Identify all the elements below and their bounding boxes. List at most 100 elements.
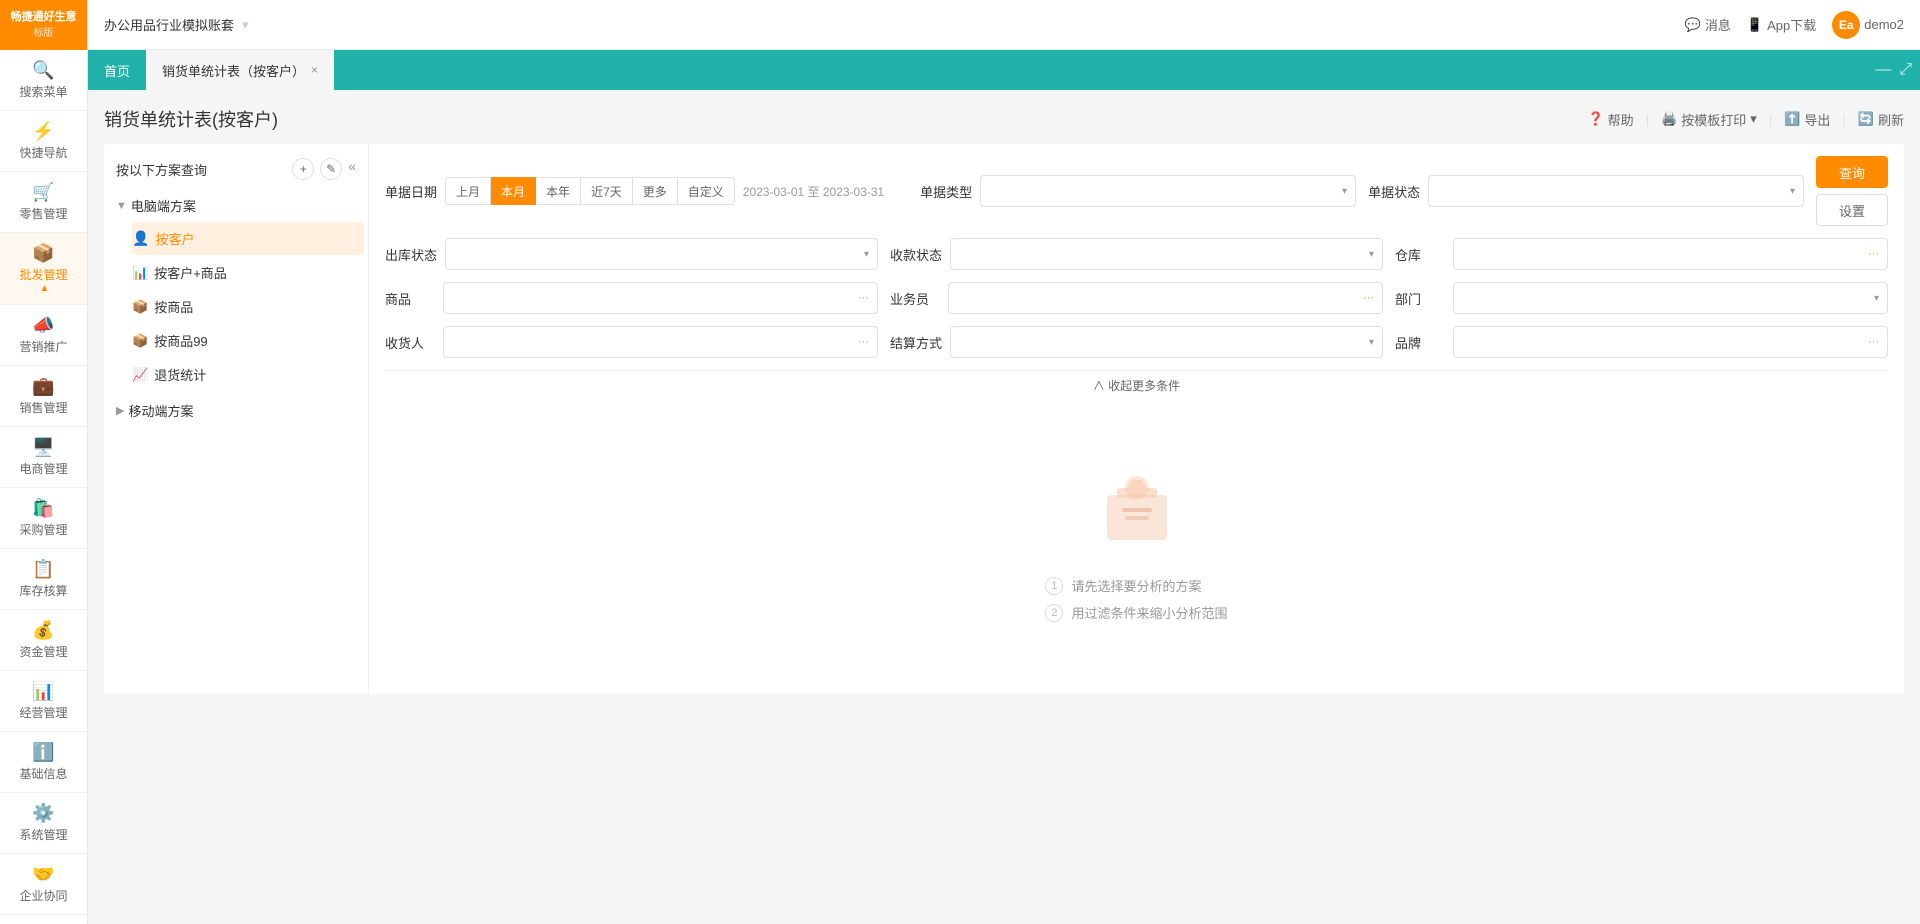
- add-icon: +: [300, 162, 307, 176]
- app-download-label: App下载: [1767, 15, 1816, 34]
- sidebar-item-purchase-mgmt[interactable]: 🛍️ 采购管理: [0, 488, 87, 549]
- collapse-label: 收起更多条件: [1108, 379, 1180, 393]
- date-btn-last7[interactable]: 近7天: [581, 177, 633, 205]
- brand-input[interactable]: ···: [1453, 326, 1888, 358]
- sidebar-item-wholesale-mgmt[interactable]: 📦 批发管理 ▲: [0, 233, 87, 305]
- scheme-item-by-customer-goods[interactable]: 📊 按客户+商品: [132, 256, 364, 289]
- ship-status-input[interactable]: ▾: [445, 238, 878, 270]
- settings-button[interactable]: 设置: [1816, 194, 1888, 226]
- logo-text: 畅捷通好生意: [11, 11, 77, 24]
- user-name: demo2: [1864, 17, 1904, 32]
- order-status-input[interactable]: ▾: [1428, 175, 1804, 207]
- chevron-down-icon: ▾: [1369, 249, 1374, 260]
- tab-close-icon[interactable]: ×: [311, 63, 318, 77]
- chevron-down-icon: ▾: [1342, 186, 1347, 197]
- scheme-item-by-customer[interactable]: 👤 按客户: [132, 222, 364, 255]
- date-btn-cur-year[interactable]: 本年: [536, 177, 581, 205]
- date-btn-cur-month[interactable]: 本月: [491, 177, 536, 205]
- page-content: 销货单统计表(按客户) ❓ 帮助 | 🖨️ 按模板打印 ▾ | ⬆️ 导出 |: [88, 90, 1920, 924]
- wholesale-mgmt-icon: 📦: [32, 243, 54, 264]
- scheme-item-return-stats[interactable]: 📈 退货统计: [132, 358, 364, 391]
- sidebar-item-label: 库存核算: [19, 582, 67, 599]
- scheme-item-by-goods[interactable]: 📦 按商品: [132, 290, 364, 323]
- scheme-mobile-group: ▶ 移动端方案: [104, 395, 368, 426]
- tab-sales-stats[interactable]: 销货单统计表（按客户） ×: [146, 50, 334, 90]
- date-btn-custom[interactable]: 自定义: [678, 177, 735, 205]
- more-icon: ···: [858, 336, 869, 348]
- payment-status-input[interactable]: ▾: [950, 238, 1383, 270]
- date-filter: 上月 本月 本年 近7天 更多 自定义: [445, 177, 735, 205]
- chevron-right-icon: ▶: [116, 404, 124, 417]
- filter-receiver-field: 收货人 ···: [385, 326, 878, 358]
- department-label: 部门: [1395, 289, 1445, 308]
- user-profile-btn[interactable]: Ea demo2: [1832, 11, 1904, 39]
- scheme-mobile-group-header[interactable]: ▶ 移动端方案: [104, 395, 368, 426]
- message-btn[interactable]: 💬 消息: [1685, 15, 1731, 34]
- warehouse-input[interactable]: ···: [1453, 238, 1888, 270]
- sidebar-item-ops-mgmt[interactable]: 📊 经营管理: [0, 671, 87, 732]
- scheme-item-label: 退货统计: [154, 365, 206, 384]
- sidebar-item-new-guide[interactable]: 🎯 新手引导: [0, 915, 87, 924]
- goods-label: 商品: [385, 289, 435, 308]
- sidebar-item-retail-mgmt[interactable]: 🛒 零售管理: [0, 172, 87, 233]
- empty-state: 1 请先选择要分析的方案 2 用过滤条件来缩小分析范围: [385, 400, 1888, 682]
- department-input[interactable]: ▾: [1453, 282, 1888, 314]
- tab-maximize-icon[interactable]: ⤢: [1899, 61, 1912, 79]
- sidebar-item-system-mgmt[interactable]: ⚙️ 系统管理: [0, 793, 87, 854]
- sidebar-item-marketing[interactable]: 📣 营销推广: [0, 305, 87, 366]
- scheme-item-by-goods-99[interactable]: 📦 按商品99: [132, 324, 364, 357]
- receiver-input[interactable]: ···: [443, 326, 878, 358]
- goods-icon: 📦: [132, 299, 148, 315]
- tab-minimize-icon[interactable]: —: [1875, 61, 1891, 79]
- marketing-icon: 📣: [32, 315, 54, 336]
- date-btn-more[interactable]: 更多: [633, 177, 678, 205]
- tab-home[interactable]: 首页: [88, 50, 146, 90]
- salesperson-input[interactable]: ···: [948, 282, 1383, 314]
- export-btn[interactable]: ⬆️ 导出: [1784, 110, 1830, 129]
- scheme-collapse-btn[interactable]: «: [348, 158, 356, 180]
- chevron-down-icon: ▾: [1790, 186, 1795, 197]
- scheme-desktop-group-header[interactable]: ▼ 电脑端方案: [104, 190, 368, 221]
- export-label: 导出: [1804, 110, 1830, 129]
- sidebar-item-basic-info[interactable]: ℹ️ 基础信息: [0, 732, 87, 793]
- scheme-item-label: 按商品: [154, 297, 193, 316]
- separator3: |: [1842, 112, 1845, 127]
- refresh-btn[interactable]: 🔄 刷新: [1858, 110, 1904, 129]
- customer-icon: 👤: [132, 230, 149, 247]
- collapse-more-btn[interactable]: ∧ 收起更多条件: [385, 370, 1888, 400]
- date-btn-prev-month[interactable]: 上月: [445, 177, 491, 205]
- sidebar-item-label: 经营管理: [19, 704, 67, 721]
- logo-sub: 标版: [34, 24, 54, 39]
- sidebar-item-label: 零售管理: [19, 205, 67, 222]
- scheme-add-btn[interactable]: +: [292, 158, 314, 180]
- collapse-up-icon: ∧: [1093, 379, 1105, 393]
- date-label: 单据日期: [385, 182, 437, 201]
- tip-text-1: 请先选择要分析的方案: [1071, 576, 1201, 595]
- filter-row-1: 单据日期 上月 本月 本年 近7天 更多 自定义 2023-03-01 至 20…: [385, 156, 1888, 226]
- filter-payment-status-field: 收款状态 ▾: [890, 238, 1383, 270]
- sidebar-item-label: 电商管理: [19, 460, 67, 477]
- order-type-input[interactable]: ▾: [980, 175, 1356, 207]
- search-menu-icon: 🔍: [32, 60, 54, 81]
- sidebar-item-quick-nav[interactable]: ⚡ 快捷导航: [0, 111, 87, 172]
- sidebar-item-enterprise-coop[interactable]: 🤝 企业协同: [0, 854, 87, 915]
- sidebar-item-sales-mgmt[interactable]: 💼 销售管理: [0, 366, 87, 427]
- ops-mgmt-icon: 📊: [32, 681, 54, 702]
- message-icon: 💬: [1685, 17, 1701, 33]
- empty-tip-2: 2 用过滤条件来缩小分析范围: [1045, 603, 1227, 622]
- sidebar-item-search-menu[interactable]: 🔍 搜索菜单: [0, 50, 87, 111]
- help-btn[interactable]: ❓ 帮助: [1587, 110, 1633, 129]
- print-btn[interactable]: 🖨️ 按模板打印 ▾: [1661, 110, 1757, 129]
- goods-input[interactable]: ···: [443, 282, 878, 314]
- more-icon: ···: [1363, 292, 1374, 304]
- app-download-btn[interactable]: 📱 App下载: [1747, 15, 1816, 34]
- sidebar-item-label: 资金管理: [19, 643, 67, 660]
- payment-method-input[interactable]: ▾: [950, 326, 1383, 358]
- scheme-edit-btn[interactable]: ✎: [320, 158, 342, 180]
- sidebar-item-ecommerce-mgmt[interactable]: 🖥️ 电商管理: [0, 427, 87, 488]
- sidebar-item-inventory-check[interactable]: 📋 库存核算: [0, 549, 87, 610]
- query-button[interactable]: 查询: [1816, 156, 1888, 188]
- logo[interactable]: 畅捷通好生意 标版: [0, 0, 87, 50]
- sidebar-item-finance-mgmt[interactable]: 💰 资金管理: [0, 610, 87, 671]
- filter-goods-field: 商品 ···: [385, 282, 878, 314]
